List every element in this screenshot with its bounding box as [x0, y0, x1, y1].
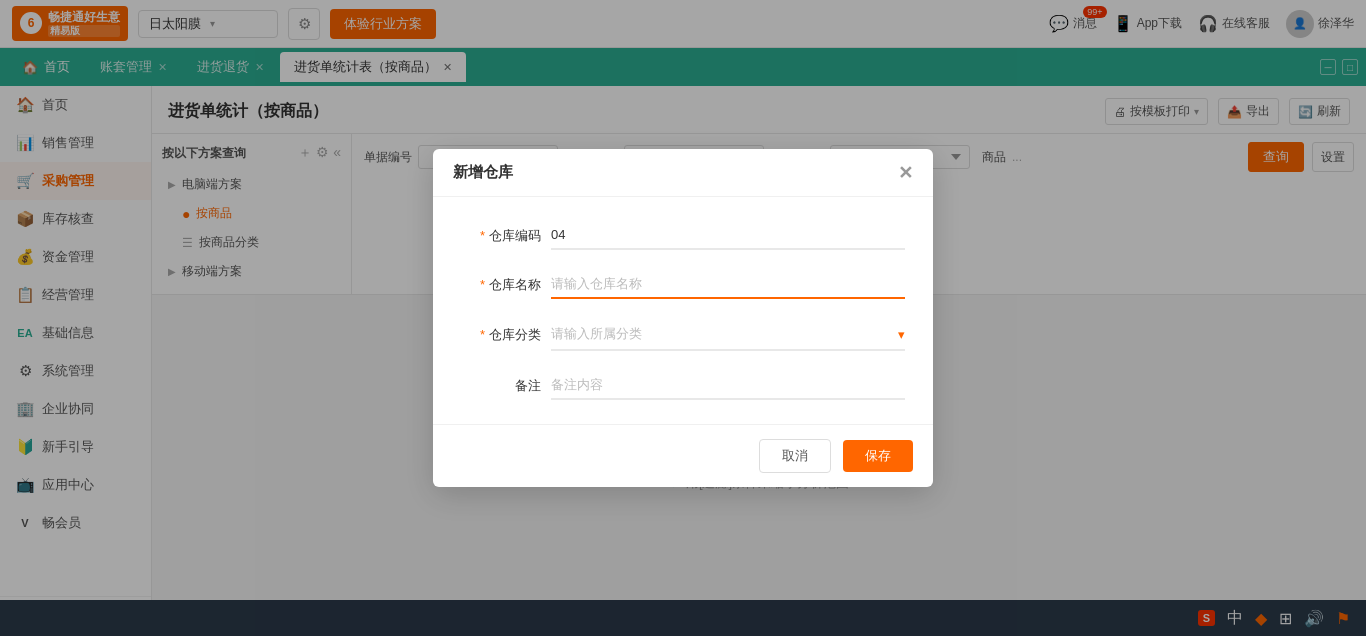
dialog-header: 新增仓库 ✕ [433, 149, 933, 197]
dialog-body: 仓库编码 仓库名称 仓库分类 请输入所属分类 ▾ 备注 [433, 197, 933, 424]
cancel-button[interactable]: 取消 [759, 439, 831, 473]
dialog-overlay: 新增仓库 ✕ 仓库编码 仓库名称 仓库分类 请输入所属分类 ▾ [0, 0, 1366, 636]
category-select[interactable]: 请输入所属分类 ▾ [551, 319, 905, 351]
dialog-close-button[interactable]: ✕ [898, 164, 913, 182]
code-input[interactable] [551, 221, 905, 250]
category-label: 仓库分类 [461, 326, 541, 344]
notes-label: 备注 [461, 377, 541, 395]
category-arrow-icon: ▾ [898, 327, 905, 342]
form-row-name: 仓库名称 [461, 270, 905, 299]
name-label: 仓库名称 [461, 276, 541, 294]
dialog-title: 新增仓库 [453, 163, 513, 182]
new-warehouse-dialog: 新增仓库 ✕ 仓库编码 仓库名称 仓库分类 请输入所属分类 ▾ [433, 149, 933, 487]
form-row-notes: 备注 [461, 371, 905, 400]
notes-input[interactable] [551, 371, 905, 400]
category-placeholder: 请输入所属分类 [551, 325, 642, 343]
form-row-category: 仓库分类 请输入所属分类 ▾ [461, 319, 905, 351]
name-input[interactable] [551, 270, 905, 299]
save-button[interactable]: 保存 [843, 440, 913, 472]
form-row-code: 仓库编码 [461, 221, 905, 250]
code-label: 仓库编码 [461, 227, 541, 245]
dialog-footer: 取消 保存 [433, 424, 933, 487]
